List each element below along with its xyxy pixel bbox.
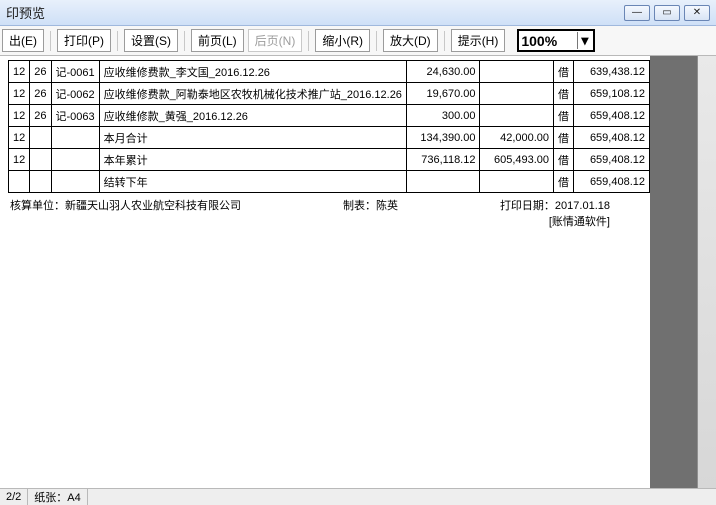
title-bar: 印预览 — ▭ ✕ — [0, 0, 716, 26]
zoom-in-button[interactable]: 放大(D) — [383, 29, 438, 52]
cell-direction: 借 — [554, 149, 574, 171]
cell-credit — [480, 83, 554, 105]
cell-voucher: 记-0061 — [51, 61, 99, 83]
cell-credit: 42,000.00 — [480, 127, 554, 149]
cell-month: 12 — [9, 105, 30, 127]
minimize-button[interactable]: — — [624, 5, 650, 21]
zoom-value: 100% — [521, 33, 557, 49]
setup-button[interactable]: 设置(S) — [124, 29, 178, 52]
cell-debit: 300.00 — [406, 105, 480, 127]
report-footer: 核算单位：新疆天山羽人农业航空科技有限公司 制表：陈英 打印日期：2017.01… — [10, 197, 610, 229]
cell-direction: 借 — [554, 127, 574, 149]
cell-voucher — [51, 171, 99, 193]
zoom-select[interactable]: 100% ▾ — [517, 29, 595, 52]
cell-direction: 借 — [554, 171, 574, 193]
export-button[interactable]: 出(E) — [2, 29, 44, 52]
separator — [444, 31, 445, 51]
ledger-table: 1226记-0061应收维修费款_李文国_2016.12.2624,630.00… — [8, 60, 650, 193]
separator — [376, 31, 377, 51]
cell-month: 12 — [9, 149, 30, 171]
window-controls: — ▭ ✕ — [624, 5, 710, 21]
cell-day — [30, 149, 51, 171]
cell-month: 12 — [9, 127, 30, 149]
next-page-button[interactable]: 后页(N) — [248, 29, 303, 52]
prev-page-button[interactable]: 前页(L) — [191, 29, 244, 52]
cell-balance: 659,408.12 — [574, 171, 650, 193]
cell-voucher — [51, 127, 99, 149]
cell-voucher — [51, 149, 99, 171]
table-row: 1226记-0062应收维修费款_阿勒泰地区农牧机械化技术推广站_2016.12… — [9, 83, 650, 105]
cell-summary: 本年累计 — [99, 149, 406, 171]
table-row: 结转下年 借659,408.12 — [9, 171, 650, 193]
cell-day: 26 — [30, 105, 51, 127]
cell-balance: 659,408.12 — [574, 127, 650, 149]
close-button[interactable]: ✕ — [684, 5, 710, 21]
cell-balance: 659,108.12 — [574, 83, 650, 105]
status-page: 2/2 — [0, 489, 28, 505]
vertical-scroll-thumb[interactable] — [700, 60, 714, 98]
cell-summary: 结转下年 — [99, 171, 406, 193]
cell-month — [9, 171, 30, 193]
table-row: 1226记-0061应收维修费款_李文国_2016.12.2624,630.00… — [9, 61, 650, 83]
cell-summary: 应收维修款_黄强_2016.12.26 — [99, 105, 406, 127]
cell-direction: 借 — [554, 61, 574, 83]
separator — [308, 31, 309, 51]
chevron-down-icon: ▾ — [577, 32, 591, 49]
footer-maker: 制表：陈英 — [343, 197, 398, 229]
cell-summary: 应收维修费款_阿勒泰地区农牧机械化技术推广站_2016.12.26 — [99, 83, 406, 105]
page-preview: 1226记-0061应收维修费款_李文国_2016.12.2624,630.00… — [0, 56, 650, 488]
cell-credit — [480, 171, 554, 193]
cell-voucher: 记-0062 — [51, 83, 99, 105]
cell-day: 26 — [30, 83, 51, 105]
separator — [50, 31, 51, 51]
footer-software: [账情通软件] — [549, 216, 610, 228]
cell-debit — [406, 171, 480, 193]
cell-debit: 24,630.00 — [406, 61, 480, 83]
cell-day — [30, 127, 51, 149]
cell-direction: 借 — [554, 105, 574, 127]
cell-month: 12 — [9, 83, 30, 105]
hint-button[interactable]: 提示(H) — [451, 29, 506, 52]
table-row: 12 本年累计736,118.12605,493.00借659,408.12 — [9, 149, 650, 171]
cell-debit: 19,670.00 — [406, 83, 480, 105]
footer-printdate: 打印日期：2017.01.18 — [500, 200, 610, 212]
cell-summary: 本月合计 — [99, 127, 406, 149]
status-bar: 2/2 纸张：A4 — [0, 488, 716, 505]
table-row: 12 本月合计134,390.0042,000.00借659,408.12 — [9, 127, 650, 149]
zoom-out-button[interactable]: 缩小(R) — [315, 29, 370, 52]
toolbar: 出(E) 打印(P) 设置(S) 前页(L) 后页(N) 缩小(R) 放大(D)… — [0, 26, 716, 56]
cell-credit — [480, 61, 554, 83]
cell-summary: 应收维修费款_李文国_2016.12.26 — [99, 61, 406, 83]
cell-direction: 借 — [554, 83, 574, 105]
cell-debit: 736,118.12 — [406, 149, 480, 171]
separator — [184, 31, 185, 51]
cell-debit: 134,390.00 — [406, 127, 480, 149]
status-paper: 纸张：A4 — [28, 489, 87, 505]
table-row: 1226记-0063应收维修款_黄强_2016.12.26300.00 借659,… — [9, 105, 650, 127]
cell-day: 26 — [30, 61, 51, 83]
scroll-gutter — [650, 56, 716, 488]
cell-balance: 639,438.12 — [574, 61, 650, 83]
cell-credit — [480, 105, 554, 127]
separator — [117, 31, 118, 51]
cell-balance: 659,408.12 — [574, 149, 650, 171]
print-button[interactable]: 打印(P) — [57, 29, 111, 52]
cell-month: 12 — [9, 61, 30, 83]
footer-company: 核算单位：新疆天山羽人农业航空科技有限公司 — [10, 197, 241, 229]
footer-right: 打印日期：2017.01.18 [账情通软件] — [500, 197, 610, 229]
cell-credit: 605,493.00 — [480, 149, 554, 171]
cell-voucher: 记-0063 — [51, 105, 99, 127]
window-title: 印预览 — [6, 3, 45, 22]
cell-day — [30, 171, 51, 193]
workspace: 1226记-0061应收维修费款_李文国_2016.12.2624,630.00… — [0, 56, 716, 488]
maximize-button[interactable]: ▭ — [654, 5, 680, 21]
cell-balance: 659,408.12 — [574, 105, 650, 127]
